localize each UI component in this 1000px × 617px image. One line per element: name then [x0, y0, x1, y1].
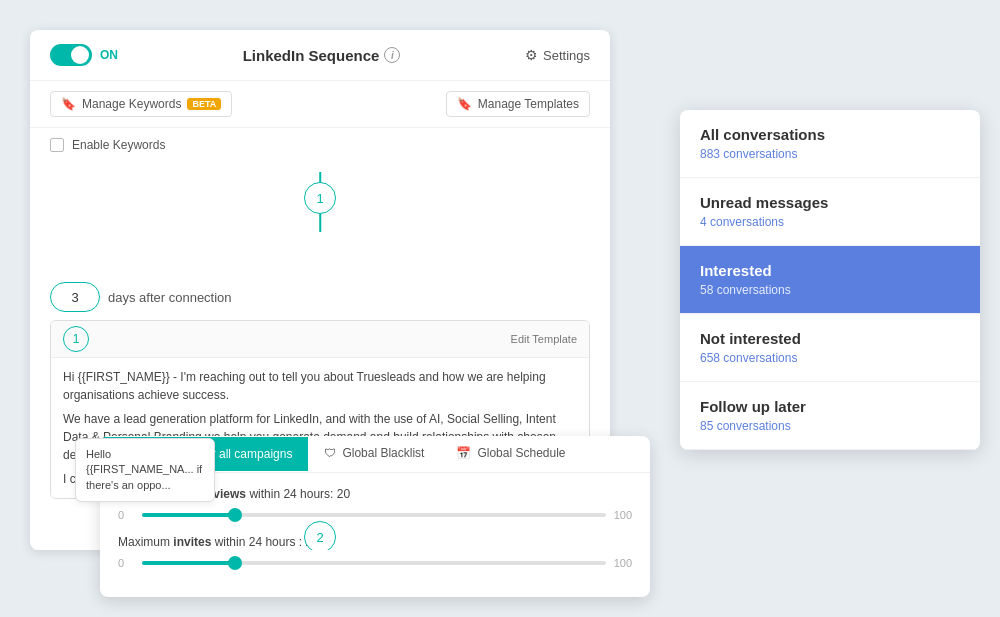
invites-track [142, 561, 606, 565]
invites-slider-container: 0 100 [118, 557, 632, 569]
conv-item-unread[interactable]: Unread messages 4 conversations [680, 178, 980, 246]
days-row: days after connection [50, 282, 590, 312]
toolbar: 🔖 Manage Keywords BETA 🔖 Manage Template… [30, 81, 610, 128]
enable-keywords-row: Enable Keywords [30, 128, 610, 162]
conv-not-interested-count: 658 conversations [700, 351, 960, 365]
invites-label: Maximum invites within 24 hours : 20 [118, 535, 632, 549]
profile-views-track [142, 513, 606, 517]
tab-global-blacklist[interactable]: 🛡 Global Blacklist [308, 436, 440, 472]
conv-item-interested[interactable]: Interested 58 conversations [680, 246, 980, 314]
enable-keywords-checkbox[interactable] [50, 138, 64, 152]
settings-button[interactable]: ⚙ Settings [525, 47, 590, 63]
invites-row: Maximum invites within 24 hours : 20 0 1… [118, 535, 632, 569]
conv-all-title: All conversations [700, 126, 960, 143]
manage-keywords-button[interactable]: 🔖 Manage Keywords BETA [50, 91, 232, 117]
on-toggle[interactable] [50, 44, 92, 66]
main-panel-header: ON LinkedIn Sequence i ⚙ Settings [30, 30, 610, 81]
slider2-min: 0 [118, 557, 134, 569]
toggle-label: ON [100, 48, 118, 62]
conv-interested-count: 58 conversations [700, 283, 960, 297]
days-input[interactable] [50, 282, 100, 312]
conv-follow-up-count: 85 conversations [700, 419, 960, 433]
template-number: 1 [63, 326, 89, 352]
shield-icon: 🛡 [324, 446, 336, 460]
step2-circle: 2 [304, 521, 336, 550]
page-title: LinkedIn Sequence i [243, 47, 401, 64]
invites-fill [142, 561, 235, 565]
invites-thumb[interactable] [228, 556, 242, 570]
profile-views-fill [142, 513, 235, 517]
conv-item-follow-up[interactable]: Follow up later 85 conversations [680, 382, 980, 450]
step1-circle: 1 [304, 182, 336, 214]
tab-global-schedule[interactable]: 📅 Global Schedule [440, 436, 581, 472]
conv-interested-title: Interested [700, 262, 960, 279]
conversations-panel: All conversations 883 conversations Unre… [680, 110, 980, 450]
info-icon: i [384, 47, 400, 63]
profile-views-slider-container: 0 100 [118, 509, 632, 521]
days-after-label: days after connection [108, 290, 232, 305]
enable-keywords-label: Enable Keywords [72, 138, 165, 152]
edit-template-button[interactable]: Edit Template [511, 333, 577, 345]
toggle-container: ON [50, 44, 118, 66]
conv-item-not-interested[interactable]: Not interested 658 conversations [680, 314, 980, 382]
beta-badge: BETA [187, 98, 221, 110]
second-message-preview: Hello {{FIRST_NAME_NA... if there's an o… [75, 438, 215, 502]
conv-item-all[interactable]: All conversations 883 conversations [680, 110, 980, 178]
manage-templates-button[interactable]: 🔖 Manage Templates [446, 91, 590, 117]
slider1-max: 100 [614, 509, 632, 521]
conv-unread-title: Unread messages [700, 194, 960, 211]
conv-not-interested-title: Not interested [700, 330, 960, 347]
bookmark-icon: 🔖 [61, 97, 76, 111]
profile-views-thumb[interactable] [228, 508, 242, 522]
calendar-icon: 📅 [456, 446, 471, 460]
message-header-1: 1 Edit Template [51, 321, 589, 358]
toolbar-left: 🔖 Manage Keywords BETA [50, 91, 232, 117]
bookmark-icon-2: 🔖 [457, 97, 472, 111]
conv-follow-up-title: Follow up later [700, 398, 960, 415]
conv-all-count: 883 conversations [700, 147, 960, 161]
slider1-min: 0 [118, 509, 134, 521]
gear-icon: ⚙ [525, 47, 538, 63]
slider2-max: 100 [614, 557, 632, 569]
conv-unread-count: 4 conversations [700, 215, 960, 229]
